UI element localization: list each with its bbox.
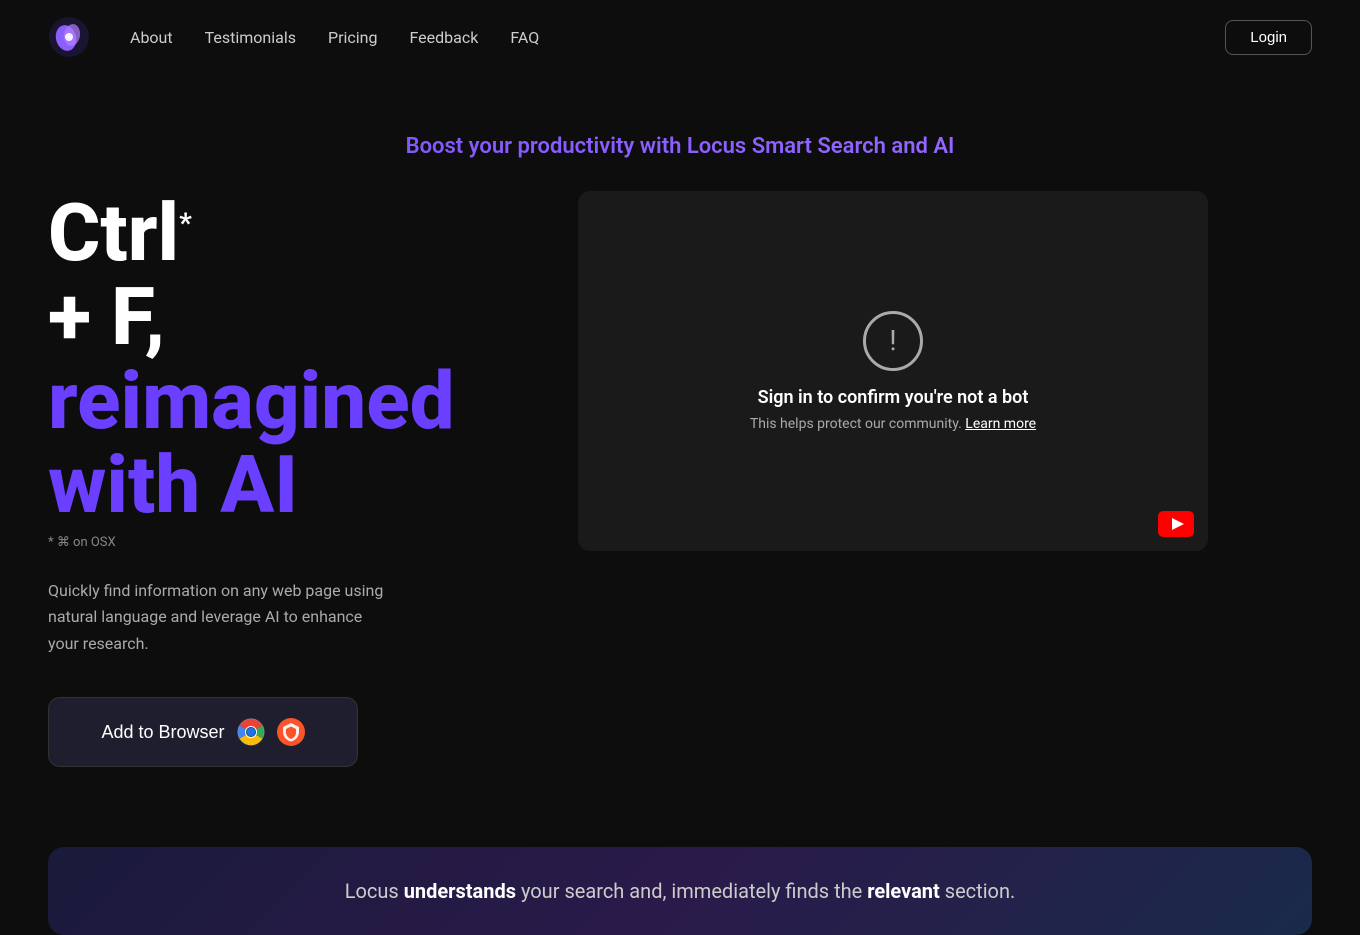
heading-with-ai: with AI	[48, 438, 298, 532]
video-error-text: Sign in to confirm you're not a bot This…	[750, 387, 1036, 432]
hero-left: Ctrl* + F, reimagined with AI * ⌘ on OSX…	[48, 191, 538, 767]
hero-heading: Ctrl* + F, reimagined with AI	[48, 191, 538, 527]
nav-link-pricing[interactable]: Pricing	[328, 28, 378, 47]
video-error-sub: This helps protect our community. Learn …	[750, 416, 1036, 432]
nav-item-about[interactable]: About	[130, 28, 173, 47]
banner-text-prefix: Locus	[345, 879, 404, 903]
navbar: About Testimonials Pricing Feedback FAQ …	[0, 0, 1360, 74]
video-error-title: Sign in to confirm you're not a bot	[750, 387, 1036, 408]
youtube-icon	[1158, 511, 1194, 537]
brave-icon	[277, 718, 305, 746]
heading-sup: *	[179, 206, 192, 239]
error-icon: !	[863, 311, 923, 371]
hero-content: Ctrl* + F, reimagined with AI * ⌘ on OSX…	[48, 191, 1312, 767]
nav-item-feedback[interactable]: Feedback	[409, 28, 478, 47]
nav-item-testimonials[interactable]: Testimonials	[205, 28, 296, 47]
nav-item-faq[interactable]: FAQ	[510, 28, 539, 47]
banner-text-relevant: relevant	[867, 879, 940, 903]
chrome-icon	[237, 718, 265, 746]
logo-icon[interactable]	[48, 16, 90, 58]
login-button[interactable]: Login	[1225, 20, 1312, 55]
nav-link-feedback[interactable]: Feedback	[409, 28, 478, 47]
nav-left: About Testimonials Pricing Feedback FAQ	[48, 16, 539, 58]
nav-links: About Testimonials Pricing Feedback FAQ	[130, 28, 539, 47]
nav-link-faq[interactable]: FAQ	[510, 28, 539, 47]
cta-label: Add to Browser	[101, 722, 224, 743]
learn-more-link[interactable]: Learn more	[965, 416, 1036, 432]
hero-section: Boost your productivity with Locus Smart…	[0, 74, 1360, 807]
banner-text-end: section.	[945, 879, 1016, 903]
nav-link-testimonials[interactable]: Testimonials	[205, 28, 296, 47]
banner-text-middle: your search and, immediately finds the	[521, 879, 867, 903]
video-error-container: ! Sign in to confirm you're not a bot Th…	[710, 271, 1076, 472]
hero-description: Quickly find information on any web page…	[48, 578, 388, 657]
hero-video: ! Sign in to confirm you're not a bot Th…	[578, 191, 1208, 551]
add-to-browser-button[interactable]: Add to Browser	[48, 697, 358, 767]
heading-reimagined: reimagined	[48, 354, 455, 448]
heading-ctrl: Ctrl*	[48, 186, 192, 280]
banner-text-understands: understands	[404, 879, 516, 903]
nav-item-pricing[interactable]: Pricing	[328, 28, 378, 47]
heading-plus-f: + F,	[48, 270, 165, 364]
bottom-banner: Locus understands your search and, immed…	[48, 847, 1312, 935]
nav-link-about[interactable]: About	[130, 28, 173, 47]
hero-tagline: Boost your productivity with Locus Smart…	[48, 134, 1312, 159]
hero-footnote: * ⌘ on OSX	[48, 535, 538, 550]
